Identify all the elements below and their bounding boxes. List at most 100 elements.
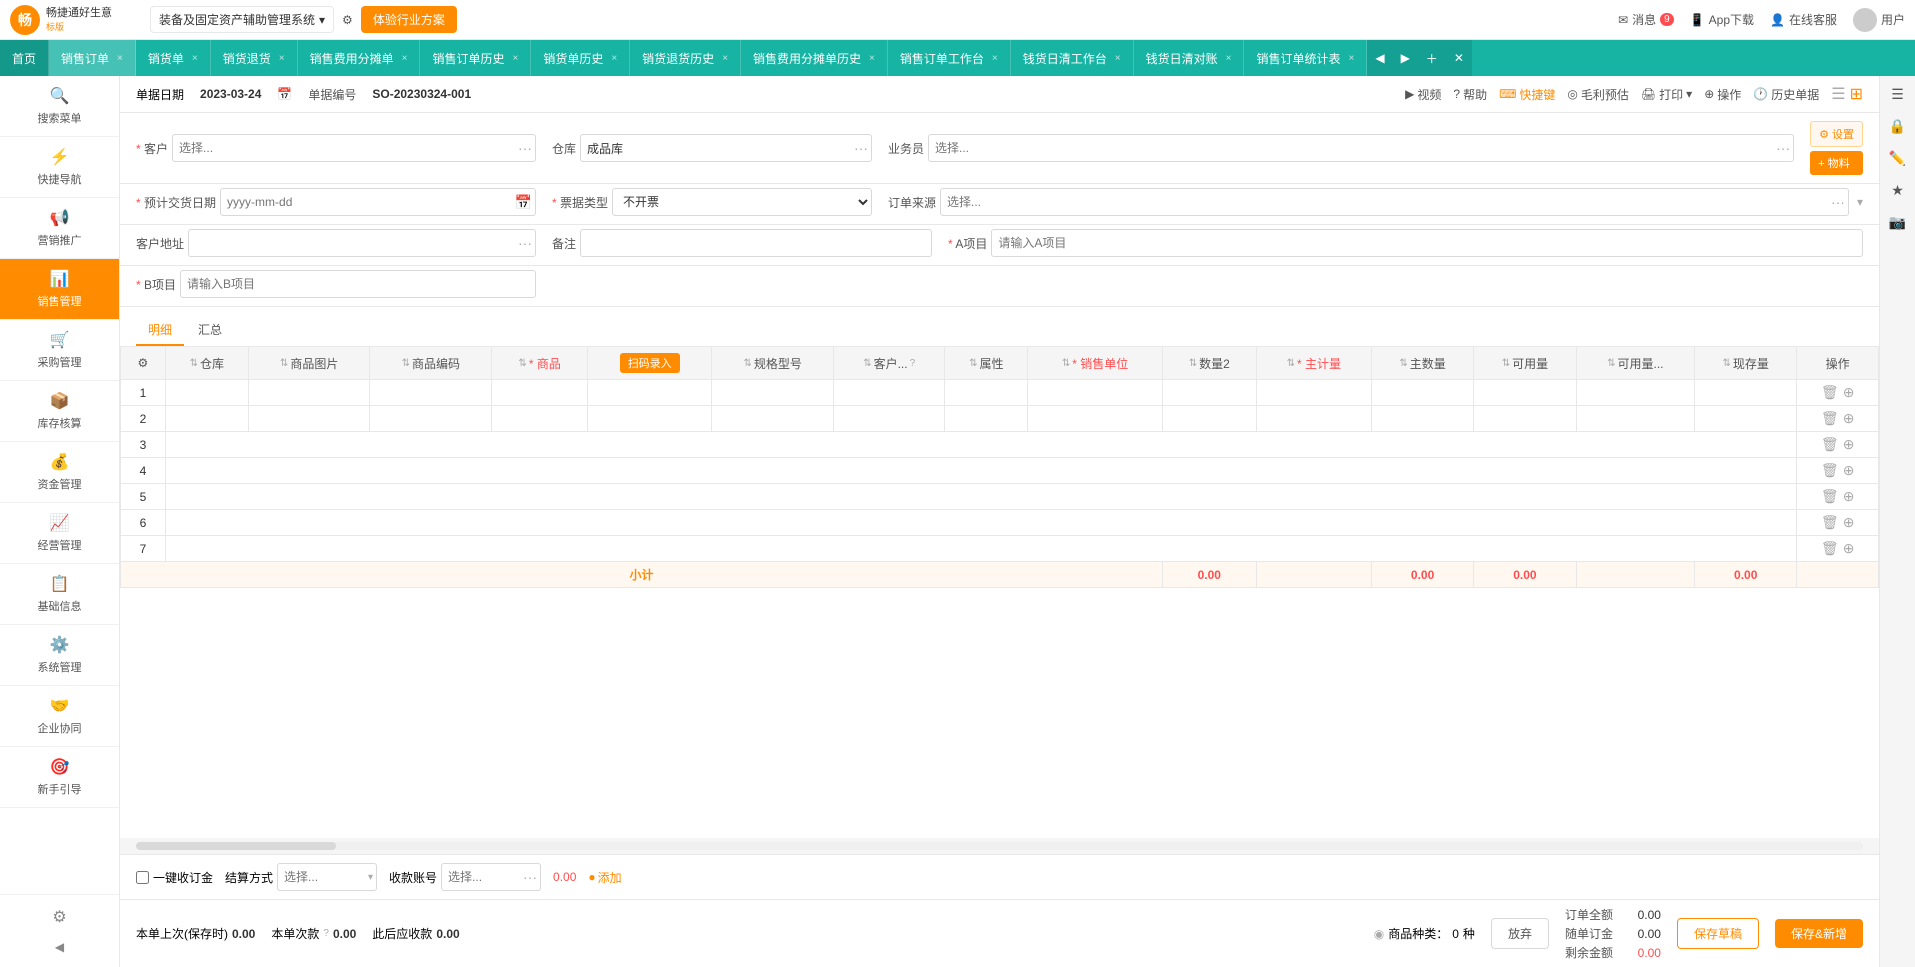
row-1-warehouse[interactable] [165, 380, 248, 406]
col-spec[interactable]: ⇅ 规格型号 [712, 347, 834, 380]
row-2-spec[interactable] [712, 406, 834, 432]
order-source-dropdown[interactable]: ▾ [1857, 195, 1863, 209]
copy-icon-4[interactable]: ⊕ [1843, 462, 1855, 479]
tab-sales-bill-history[interactable]: 销货单历史 × [531, 40, 630, 76]
tab-home[interactable]: 首页 [0, 40, 49, 76]
view-video-btn[interactable]: ▶ 视频 [1405, 86, 1441, 103]
order-source-input[interactable] [940, 188, 1849, 216]
settings-icon[interactable]: ⚙ [342, 13, 353, 27]
tab-sales-fee[interactable]: 销售费用分摊单 × [298, 40, 421, 76]
row-2-product[interactable] [492, 406, 588, 432]
row-1-unit[interactable] [1028, 380, 1163, 406]
grid-view-btn[interactable]: ⊞ [1850, 84, 1863, 104]
col-qty2[interactable]: ⇅ 数量2 [1162, 347, 1256, 380]
sidebar-item-collab[interactable]: 🤝 企业协同 [0, 686, 119, 747]
right-btn-scan[interactable]: 📷 [1884, 208, 1912, 236]
tab-sales-bill[interactable]: 销货单 × [136, 40, 211, 76]
col-scan[interactable]: 扫码录入 [588, 347, 712, 380]
industry-btn[interactable]: 体验行业方案 [361, 6, 457, 33]
delete-icon-6[interactable]: 🗑 [1821, 514, 1839, 531]
col-available2[interactable]: ⇅ 可用量... [1576, 347, 1694, 380]
col-code[interactable]: ⇅ 商品编码 [370, 347, 492, 380]
row-1-qty2[interactable] [1162, 380, 1256, 406]
nav-plus[interactable]: ＋ [1418, 40, 1446, 76]
h-scrollbar[interactable] [136, 842, 1863, 850]
copy-icon-2[interactable]: ⊕ [1843, 410, 1855, 427]
col-warehouse[interactable]: ⇅ 仓库 [165, 347, 248, 380]
copy-icon-7[interactable]: ⊕ [1843, 540, 1855, 557]
tab-fee-history[interactable]: 销售费用分摊单历史 × [741, 40, 888, 76]
add-item-btn[interactable]: + 物料 [1810, 151, 1863, 175]
sales-return-close[interactable]: × [279, 53, 285, 64]
tab-return-history[interactable]: 销货退货历史 × [630, 40, 741, 76]
delete-icon-3[interactable]: 🗑 [1821, 436, 1839, 453]
row-1-main-qty[interactable] [1371, 380, 1473, 406]
system-selector[interactable]: 装备及固定资产辅助管理系统 ▾ [150, 6, 334, 33]
copy-icon-3[interactable]: ⊕ [1843, 436, 1855, 453]
scan-btn[interactable]: 扫码录入 [620, 353, 680, 373]
nav-close-all[interactable]: ✕ [1446, 40, 1472, 76]
row-2-code[interactable] [370, 406, 492, 432]
sidebar-item-inventory[interactable]: 📦 库存核算 [0, 381, 119, 442]
tab-summary[interactable]: 汇总 [186, 315, 234, 346]
col-attr[interactable]: ⇅ 属性 [945, 347, 1028, 380]
invoice-type-select[interactable]: 不开票 增值税普通发票 增值税专用发票 [612, 188, 872, 216]
row-2-available[interactable] [1474, 406, 1576, 432]
sales-order-close[interactable]: × [117, 53, 123, 64]
payment-dropdown[interactable]: ▾ [368, 872, 373, 883]
sidebar-item-basic[interactable]: 📋 基础信息 [0, 564, 119, 625]
account-dots[interactable]: ··· [523, 869, 537, 885]
a-project-input[interactable] [991, 229, 1863, 257]
customer-input[interactable] [172, 134, 536, 162]
delete-icon-5[interactable]: 🗑 [1821, 488, 1839, 505]
payment-method-input[interactable] [277, 863, 377, 891]
warehouse-input[interactable] [580, 134, 872, 162]
right-btn-lock[interactable]: 🔒 [1884, 112, 1912, 140]
user-item[interactable]: 用户 [1853, 8, 1905, 32]
app-download-item[interactable]: 📱 App下载 [1690, 11, 1754, 28]
one-key-checkbox[interactable] [136, 871, 149, 884]
row-2-qty2[interactable] [1162, 406, 1256, 432]
row-2-available2[interactable] [1576, 406, 1694, 432]
copy-icon-5[interactable]: ⊕ [1843, 488, 1855, 505]
delete-icon-1[interactable]: 🗑 [1821, 384, 1839, 401]
copy-icon-6[interactable]: ⊕ [1843, 514, 1855, 531]
right-btn-edit[interactable]: ✏️ [1884, 144, 1912, 172]
delete-icon-4[interactable]: 🗑 [1821, 462, 1839, 479]
row-1-customer-code[interactable] [834, 380, 945, 406]
print-btn[interactable]: 🖨 打印 ▾ [1641, 86, 1692, 103]
row-1-code[interactable] [370, 380, 492, 406]
print-dropdown-icon[interactable]: ▾ [1686, 87, 1692, 101]
sidebar-item-finance[interactable]: 💰 资金管理 [0, 442, 119, 503]
delete-icon-7[interactable]: 🗑 [1821, 540, 1839, 557]
tab-detail[interactable]: 明细 [136, 315, 184, 346]
profit-btn[interactable]: ◎ 毛利预估 [1567, 86, 1629, 103]
address-dots[interactable]: ··· [518, 235, 532, 251]
col-unit[interactable]: ⇅ * 销售单位 [1028, 347, 1163, 380]
tab-sales-return[interactable]: 销货退货 × [211, 40, 298, 76]
tab-cash-workbench[interactable]: 钱货日清工作台 × [1011, 40, 1134, 76]
help-btn[interactable]: ? 帮助 [1453, 86, 1487, 103]
col-available[interactable]: ⇅ 可用量 [1474, 347, 1576, 380]
warehouse-dots[interactable]: ··· [854, 140, 868, 156]
copy-icon-1[interactable]: ⊕ [1843, 384, 1855, 401]
collapse-btn[interactable]: ◀ [48, 935, 72, 959]
col-main-qty[interactable]: ⇅ 主数量 [1371, 347, 1473, 380]
row-2-main-unit[interactable] [1256, 406, 1371, 432]
b-project-input[interactable] [180, 270, 536, 298]
note-input[interactable] [580, 229, 932, 257]
save-new-btn[interactable]: 保存&新增 [1775, 919, 1863, 948]
sidebar-item-purchase[interactable]: 🛒 采购管理 [0, 320, 119, 381]
more-btn[interactable]: ⊕ 操作 [1704, 86, 1741, 103]
settings-btn[interactable]: ⚙ 设置 [1810, 121, 1863, 147]
tab-order-workbench[interactable]: 销售订单工作台 × [888, 40, 1011, 76]
row-1-available2[interactable] [1576, 380, 1694, 406]
row-2-main-qty[interactable] [1371, 406, 1473, 432]
salesperson-input[interactable] [928, 134, 1794, 162]
row-1-main-unit[interactable] [1256, 380, 1371, 406]
row-2-warehouse[interactable] [165, 406, 248, 432]
tab-sales-order[interactable]: 销售订单 × [49, 40, 136, 76]
calendar-icon[interactable]: 📅 [277, 87, 292, 101]
save-draft-btn[interactable]: 保存草稿 [1677, 918, 1759, 949]
row-2-unit[interactable] [1028, 406, 1163, 432]
